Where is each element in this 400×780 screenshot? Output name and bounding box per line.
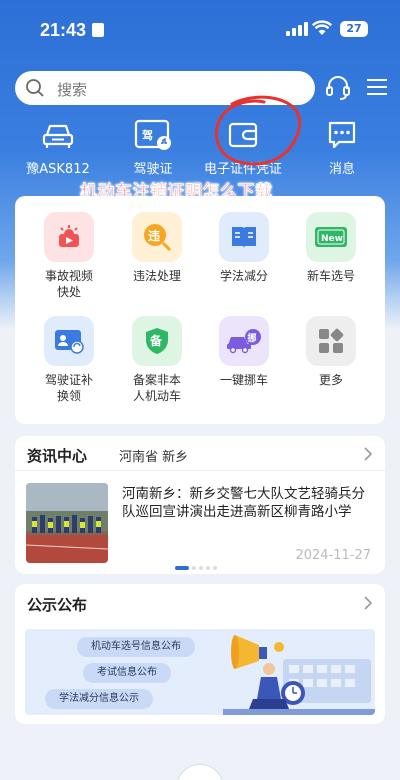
service-new-plate[interactable]: New 新车选号: [288, 212, 374, 284]
license-renew-icon: [44, 316, 94, 366]
quick-label: 驾驶证: [133, 162, 173, 177]
violation-icon: 违: [132, 212, 182, 262]
news-location[interactable]: 河南省 新乡: [119, 446, 188, 465]
service-license-renew[interactable]: 驾驶证补 换领: [26, 316, 112, 404]
license-badge: 驾: [141, 128, 153, 142]
service-label: 一键挪车: [219, 373, 268, 387]
quick-label: 消息: [328, 162, 355, 177]
notice-pill-exam[interactable]: 考试信息公布: [83, 663, 171, 683]
service-violation[interactable]: 违 违法处理: [114, 212, 200, 284]
services-card: 事故视频 快处 违 违法处理 学法减分 New 新车选号 驾驶证补 换领 备 备案非…: [15, 196, 385, 424]
notice-banner[interactable]: 机动车选号信息公布 考试信息公布 学法减分信息公示: [25, 629, 375, 715]
news-section-title: 资讯中心: [27, 447, 88, 465]
chevron-right-icon[interactable]: [363, 595, 373, 611]
id-card-icon: [92, 23, 104, 37]
new-plate-icon: New: [306, 212, 356, 262]
service-label: 违法处理: [132, 269, 181, 283]
search-input[interactable]: 搜索: [15, 71, 315, 105]
notice-pill-plate[interactable]: 机动车选号信息公布: [77, 637, 195, 657]
service-register-vehicle[interactable]: 备 备案非本 人机动车: [114, 316, 200, 404]
battery-icon: 27: [340, 21, 368, 37]
car-icon: [42, 124, 74, 148]
news-date: 2024-11-27: [295, 548, 371, 563]
quick-label: 豫ASK812: [26, 162, 90, 177]
service-label: 驾驶证补 换领: [44, 373, 93, 403]
service-more[interactable]: 更多: [288, 316, 374, 388]
wifi-icon: [312, 20, 332, 35]
wallet-icon: [228, 122, 258, 148]
service-study-points[interactable]: 学法减分: [201, 212, 287, 284]
search-icon: [26, 79, 44, 97]
search-placeholder: 搜索: [57, 81, 88, 99]
status-time: 21:43: [40, 20, 87, 40]
news-card[interactable]: 资讯中心 河南省 新乡 河南新乡：新乡交警七大队文艺轻骑兵分队巡回宣讲演出走进高…: [15, 436, 385, 574]
book-icon: [219, 212, 269, 262]
news-headline[interactable]: 河南新乡：新乡交警七大队文艺轻骑兵分队巡回宣讲演出走进高新区柳青路小学: [122, 485, 374, 521]
quick-item-e-certificate[interactable]: 电子证件凭证: [198, 116, 288, 177]
notice-card[interactable]: 公示公布 机动车选号信息公布 考试信息公布 学法减分信息公示: [15, 584, 385, 724]
accident-video-icon: [44, 212, 94, 262]
divider: [15, 470, 385, 471]
svg-text:备: 备: [149, 333, 163, 348]
service-label: 新车选号: [306, 269, 355, 283]
svg-text:New: New: [321, 234, 343, 244]
signal-icon: [286, 22, 308, 36]
notice-section-title: 公示公布: [27, 596, 88, 614]
service-label: 事故视频 快处: [44, 269, 93, 299]
move-car-icon: 挪: [219, 316, 269, 366]
svg-text:挪: 挪: [248, 332, 257, 344]
quick-item-vehicle[interactable]: 豫ASK812: [13, 116, 103, 177]
svg-text:违: 违: [148, 228, 160, 243]
news-thumbnail[interactable]: [26, 483, 108, 563]
license-icon: 驾: [134, 119, 171, 150]
quick-label: 电子证件凭证: [203, 162, 282, 177]
message-icon: [328, 121, 356, 149]
service-accident-video[interactable]: 事故视频 快处: [26, 212, 112, 300]
service-label: 备案非本 人机动车: [132, 373, 181, 403]
service-label: 更多: [318, 373, 343, 387]
chevron-right-icon[interactable]: [363, 446, 373, 462]
quick-item-license[interactable]: 驾 驾驶证: [108, 116, 198, 177]
service-label: 学法减分: [219, 269, 268, 283]
service-move-car[interactable]: 挪 一键挪车: [201, 316, 287, 388]
status-bar: 21:43 27: [0, 0, 400, 58]
quick-item-messages[interactable]: 消息: [297, 116, 387, 177]
home-tab-button[interactable]: [176, 764, 224, 780]
more-grid-icon: [306, 316, 356, 366]
register-shield-icon: 备: [132, 316, 182, 366]
notice-illustration: [223, 635, 375, 715]
menu-icon[interactable]: [366, 78, 388, 96]
customer-service-icon[interactable]: [325, 74, 351, 102]
carousel-indicator: [175, 555, 220, 574]
notice-pill-study[interactable]: 学法减分信息公示: [45, 689, 153, 709]
